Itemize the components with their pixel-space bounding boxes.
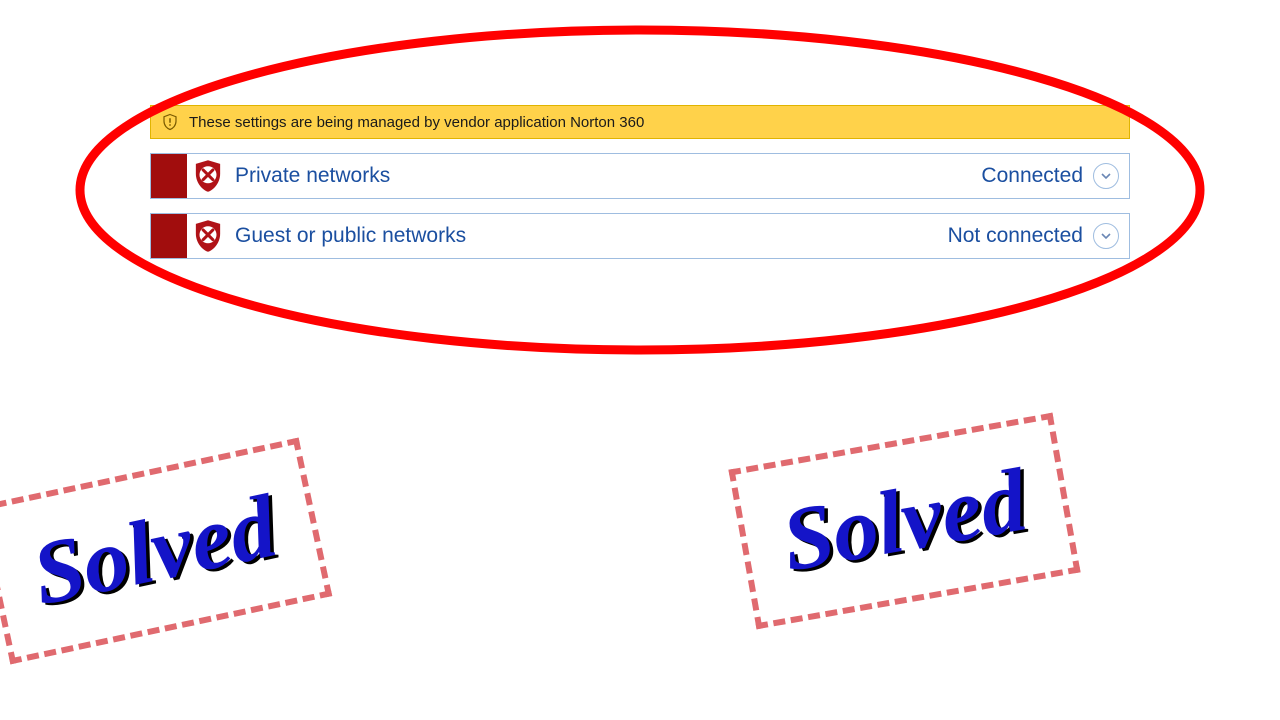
network-status: Connected xyxy=(981,164,1083,188)
vendor-managed-warning: These settings are being managed by vend… xyxy=(150,105,1130,139)
network-row-public[interactable]: Guest or public networks Not connected xyxy=(150,213,1130,259)
network-label: Guest or public networks xyxy=(235,224,948,248)
warning-shield-icon xyxy=(161,113,179,131)
stamp-text: Solved xyxy=(25,482,283,621)
expand-chevron-icon[interactable] xyxy=(1093,163,1119,189)
expand-chevron-icon[interactable] xyxy=(1093,223,1119,249)
network-label: Private networks xyxy=(235,164,981,188)
warning-text: These settings are being managed by vend… xyxy=(189,114,644,131)
stamp-text: Solved xyxy=(776,455,1033,586)
status-color-block xyxy=(151,154,187,198)
solved-stamp: Solved xyxy=(728,413,1080,630)
network-status: Not connected xyxy=(948,224,1083,248)
status-color-block xyxy=(151,214,187,258)
shield-blocked-icon xyxy=(193,219,223,253)
shield-blocked-icon xyxy=(193,159,223,193)
network-row-private[interactable]: Private networks Connected xyxy=(150,153,1130,199)
firewall-settings-panel: These settings are being managed by vend… xyxy=(150,105,1130,259)
solved-stamp: Solved xyxy=(0,438,332,665)
